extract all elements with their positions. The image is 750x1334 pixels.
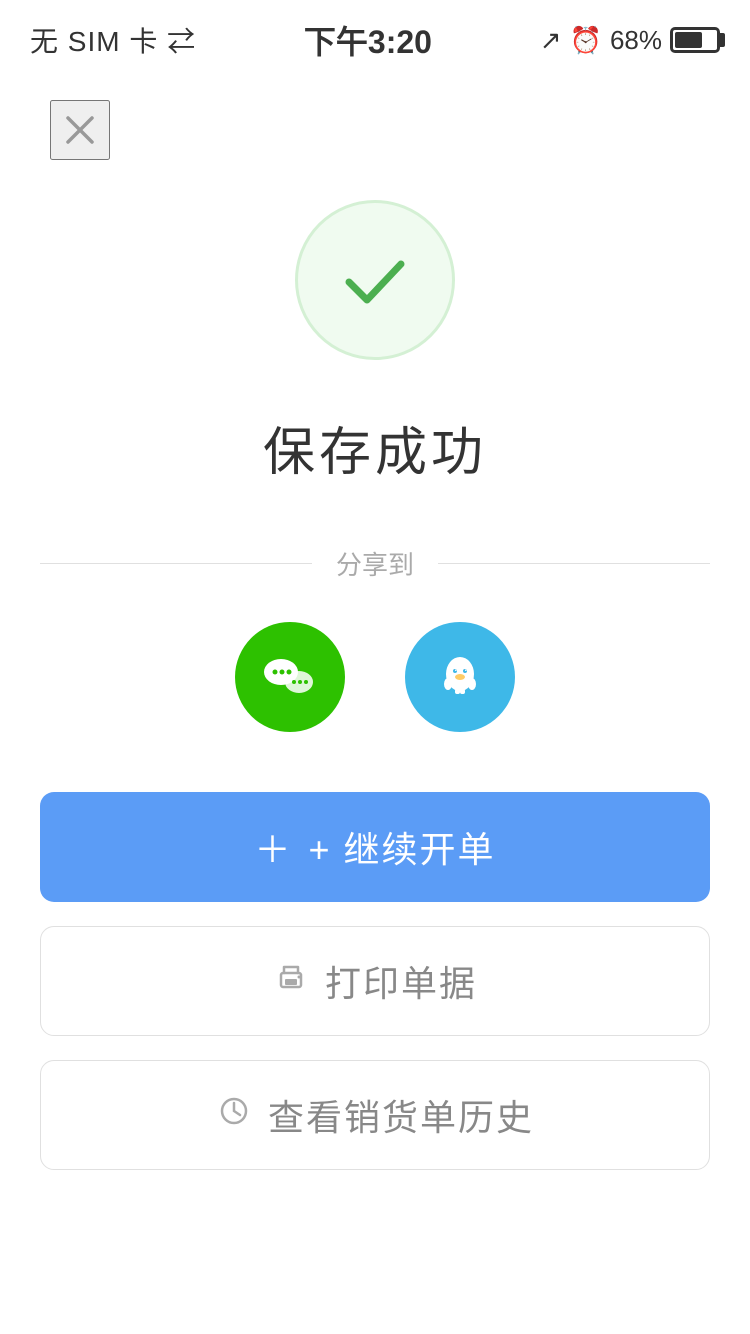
share-wechat-button[interactable]: [235, 622, 345, 732]
share-qq-button[interactable]: [405, 622, 515, 732]
print-button[interactable]: 打印单据: [40, 926, 710, 1036]
success-title: 保存成功: [263, 410, 487, 485]
printer-icon: [273, 959, 309, 1004]
status-carrier: 无 SIM 卡 ⇄: [30, 20, 196, 60]
share-section: 分享到: [40, 545, 710, 732]
divider-right: [438, 563, 710, 564]
divider-left: [40, 563, 312, 564]
share-icons-row: [40, 622, 710, 732]
qq-icon: [429, 646, 491, 708]
close-button[interactable]: [50, 100, 110, 160]
share-label: 分享到: [312, 545, 438, 582]
status-right: ↗ ⏰ 68%: [540, 25, 720, 56]
print-label: 打印单据: [325, 955, 477, 1007]
battery-icon: [670, 27, 720, 53]
location-icon: ↗: [540, 25, 562, 56]
success-circle: [295, 200, 455, 360]
status-time: 下午3:20: [304, 17, 432, 63]
status-bar: 无 SIM 卡 ⇄ 下午3:20 ↗ ⏰ 68%: [0, 0, 750, 80]
main-content: 保存成功 分享到: [0, 80, 750, 1334]
continue-label: + 继续开单: [308, 821, 495, 873]
history-label: 查看销货单历史: [268, 1089, 534, 1141]
clock-icon: [216, 1093, 252, 1138]
battery-percent: 68%: [610, 25, 662, 56]
wechat-icon: [259, 646, 321, 708]
share-divider-row: 分享到: [40, 545, 710, 582]
alarm-icon: ⏰: [570, 25, 602, 56]
history-button[interactable]: 查看销货单历史: [40, 1060, 710, 1170]
continue-button[interactable]: ＋ + 继续开单: [40, 792, 710, 902]
plus-icon: ＋: [254, 821, 292, 873]
action-buttons: ＋ + 继续开单 打印单据 查看销货单历: [40, 792, 710, 1170]
